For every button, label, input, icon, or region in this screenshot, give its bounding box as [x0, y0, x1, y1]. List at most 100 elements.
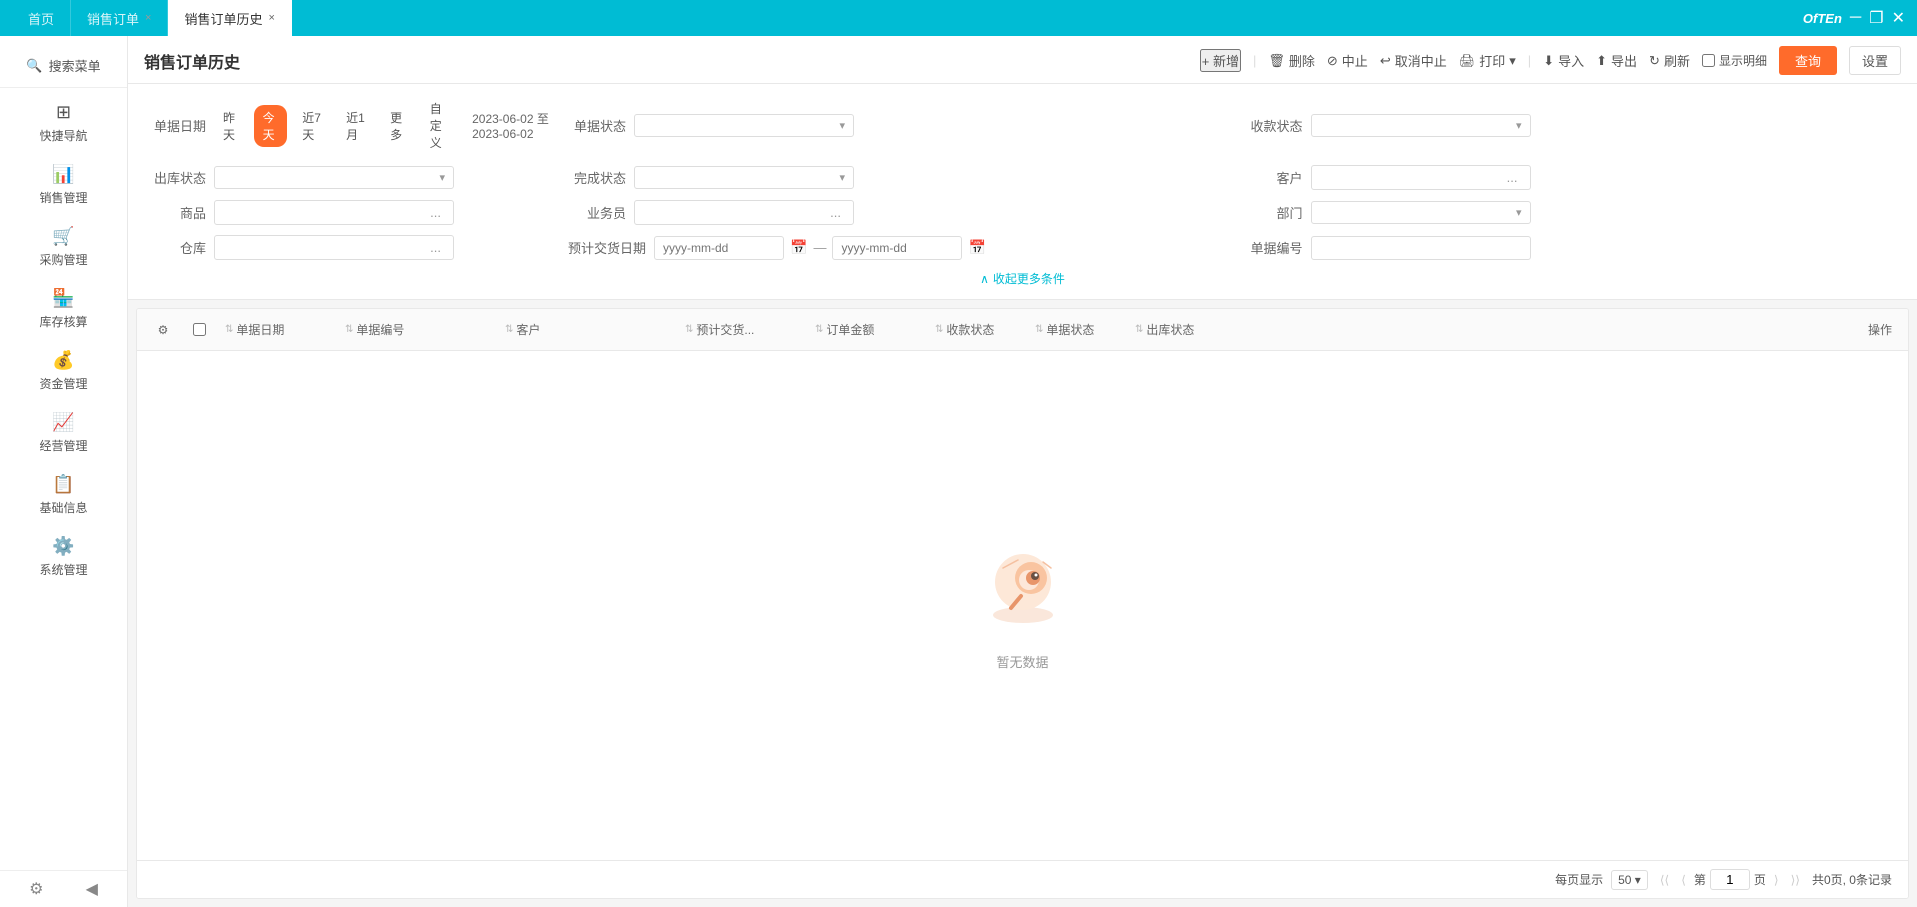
sort-customer-icon: ⇅	[505, 324, 513, 335]
th-settings[interactable]: ⚙	[145, 323, 181, 337]
refresh-btn[interactable]: ↻ 刷新	[1649, 51, 1690, 70]
product-ellipsis-btn[interactable]: ...	[426, 205, 445, 220]
empty-state: 暂无数据	[973, 480, 1073, 731]
sidebar-item-purchase-mgmt[interactable]: 🛒 采购管理	[0, 216, 127, 278]
show-details-checkbox[interactable]	[1702, 54, 1715, 67]
sidebar-item-system-mgmt[interactable]: ⚙️ 系统管理	[0, 526, 127, 588]
last-page-btn[interactable]: ⟩⟩	[1787, 871, 1804, 889]
sidebar-item-sales-mgmt[interactable]: 📊 销售管理	[0, 154, 127, 216]
th-checkbox[interactable]	[181, 323, 217, 336]
product-label: 商品	[144, 203, 214, 222]
operations-mgmt-icon: 📈	[52, 412, 74, 433]
sidebar-item-base-info[interactable]: 📋 基础信息	[0, 464, 127, 526]
order-status-label: 单据状态	[564, 116, 634, 135]
search-menu-label: 搜索菜单	[49, 56, 101, 75]
query-btn[interactable]: 查询	[1779, 46, 1837, 75]
outbound-status-select[interactable]: ▾	[214, 166, 454, 189]
page-nav: ⟨⟨ ⟨ 第 页 ⟩ ⟩⟩	[1656, 869, 1804, 890]
finance-mgmt-icon: 💰	[52, 350, 74, 371]
department-select[interactable]: ▾	[1311, 201, 1531, 224]
tabs-area: 首页 销售订单 × 销售订单历史 ×	[12, 0, 292, 36]
order-status-select[interactable]: ▾	[634, 114, 854, 137]
minimize-icon[interactable]: ─	[1850, 9, 1861, 27]
date-btn-yesterday[interactable]: 昨天	[214, 105, 248, 147]
collapse-btn[interactable]: ∧ 收起更多条件	[144, 270, 1901, 287]
tab-sales-order[interactable]: 销售订单 ×	[71, 0, 168, 36]
delivery-date-to[interactable]	[832, 236, 962, 260]
date-btn-today[interactable]: 今天	[254, 105, 288, 147]
page-size-chevron-icon: ▾	[1635, 873, 1641, 887]
import-btn[interactable]: ⬇ 导入	[1543, 51, 1584, 70]
delivery-date-from[interactable]	[654, 236, 784, 260]
th-customer[interactable]: ⇅ 客户	[497, 321, 677, 338]
sidebar-collapse-btn[interactable]: ◀	[86, 879, 98, 899]
close-window-icon[interactable]: ✕	[1892, 8, 1905, 28]
top-bar: 首页 销售订单 × 销售订单历史 × OfTEn ─ ❐ ✕	[0, 0, 1917, 36]
stop-btn[interactable]: ⊘ 中止	[1327, 51, 1368, 70]
sidebar-item-purchase-mgmt-label: 采购管理	[39, 251, 87, 268]
th-amount[interactable]: ⇅ 订单金额	[807, 321, 927, 338]
current-page-input[interactable]	[1710, 869, 1750, 890]
tab-sales-order-label: 销售订单	[87, 9, 139, 28]
delete-btn[interactable]: 🗑 删除	[1268, 51, 1315, 70]
tab-sales-order-history-close[interactable]: ×	[268, 12, 274, 24]
brand-text: OfTEn	[1803, 11, 1842, 26]
sort-delivery-icon: ⇅	[685, 324, 693, 335]
first-page-btn[interactable]: ⟨⟨	[1656, 871, 1673, 889]
th-delivery[interactable]: ⇅ 预计交货...	[677, 321, 807, 338]
calendar-to-icon[interactable]: 📅	[968, 239, 985, 256]
sidebar-item-operations-mgmt[interactable]: 📈 经营管理	[0, 402, 127, 464]
th-outbound[interactable]: ⇅ 出库状态	[1127, 321, 1237, 338]
order-status-chevron-icon: ▾	[839, 119, 845, 132]
tab-sales-order-history[interactable]: 销售订单历史 ×	[168, 0, 291, 36]
completion-status-select[interactable]: ▾	[634, 166, 854, 189]
delivery-date-label: 预计交货日期	[564, 238, 654, 257]
prev-page-btn[interactable]: ⟨	[1677, 871, 1690, 889]
page-size-select[interactable]: 50 ▾	[1611, 870, 1648, 890]
new-btn[interactable]: + 新增	[1200, 49, 1241, 72]
warehouse-ellipsis-btn[interactable]: ...	[426, 240, 445, 255]
payment-status-select[interactable]: ▾	[1311, 114, 1531, 137]
order-no-input[interactable]	[1311, 236, 1531, 260]
empty-state-icon	[973, 540, 1073, 640]
content-area: 销售订单历史 + 新增 | 🗑 删除 ⊘ 中止 ↩ 取消中止 🖨	[128, 36, 1917, 907]
print-btn[interactable]: 🖨 打印 ▾	[1459, 51, 1516, 70]
th-date[interactable]: ⇅ 单据日期	[217, 321, 337, 338]
salesman-ellipsis-btn[interactable]: ...	[826, 205, 845, 220]
customer-ellipsis-btn[interactable]: ...	[1503, 170, 1522, 185]
restore-icon[interactable]: ❐	[1869, 8, 1883, 28]
total-records-label: 共0页, 0条记录	[1812, 871, 1892, 888]
export-btn[interactable]: ⬆ 导出	[1596, 51, 1637, 70]
date-btn-1month[interactable]: 近1月	[337, 105, 375, 147]
th-status[interactable]: ⇅ 单据状态	[1027, 321, 1127, 338]
delete-icon: 🗑	[1268, 53, 1285, 69]
calendar-from-icon[interactable]: 📅	[790, 239, 807, 256]
outbound-status-label: 出库状态	[144, 168, 214, 187]
sort-order-icon: ⇅	[345, 324, 353, 335]
tab-sales-order-close[interactable]: ×	[145, 12, 151, 24]
next-page-btn[interactable]: ⟩	[1770, 871, 1783, 889]
sidebar-search-menu[interactable]: 🔍 搜索菜单	[0, 44, 127, 88]
th-order-no[interactable]: ⇅ 单据编号	[337, 321, 497, 338]
sidebar-settings-btn[interactable]: ⚙	[29, 879, 43, 899]
sidebar-item-quick-nav[interactable]: ⊞ 快捷导航	[0, 92, 127, 154]
sort-date-icon: ⇅	[225, 324, 233, 335]
date-btn-more[interactable]: 更多	[381, 105, 415, 147]
tab-home-label: 首页	[28, 9, 54, 28]
filter-row-2: 出库状态 ▾ 完成状态 ▾ 客户	[144, 165, 1901, 190]
stop-icon: ⊘	[1327, 53, 1338, 69]
th-payment[interactable]: ⇅ 收款状态	[927, 321, 1027, 338]
import-icon: ⬇	[1543, 53, 1554, 69]
settings-btn[interactable]: 设置	[1849, 46, 1901, 75]
show-details-label[interactable]: 显示明细	[1702, 52, 1767, 69]
tab-sales-order-history-label: 销售订单历史	[184, 9, 262, 28]
select-all-checkbox[interactable]	[193, 323, 206, 336]
date-btn-7days[interactable]: 近7天	[293, 105, 331, 147]
cancel-stop-btn[interactable]: ↩ 取消中止	[1380, 51, 1447, 70]
sidebar-item-sales-mgmt-label: 销售管理	[39, 189, 87, 206]
tab-home[interactable]: 首页	[12, 0, 71, 36]
sidebar-item-finance-mgmt[interactable]: 💰 资金管理	[0, 340, 127, 402]
cancel-stop-icon: ↩	[1380, 53, 1391, 69]
sidebar-item-inventory-calc[interactable]: 🏪 库存核算	[0, 278, 127, 340]
date-btn-custom[interactable]: 自定义	[421, 96, 462, 155]
